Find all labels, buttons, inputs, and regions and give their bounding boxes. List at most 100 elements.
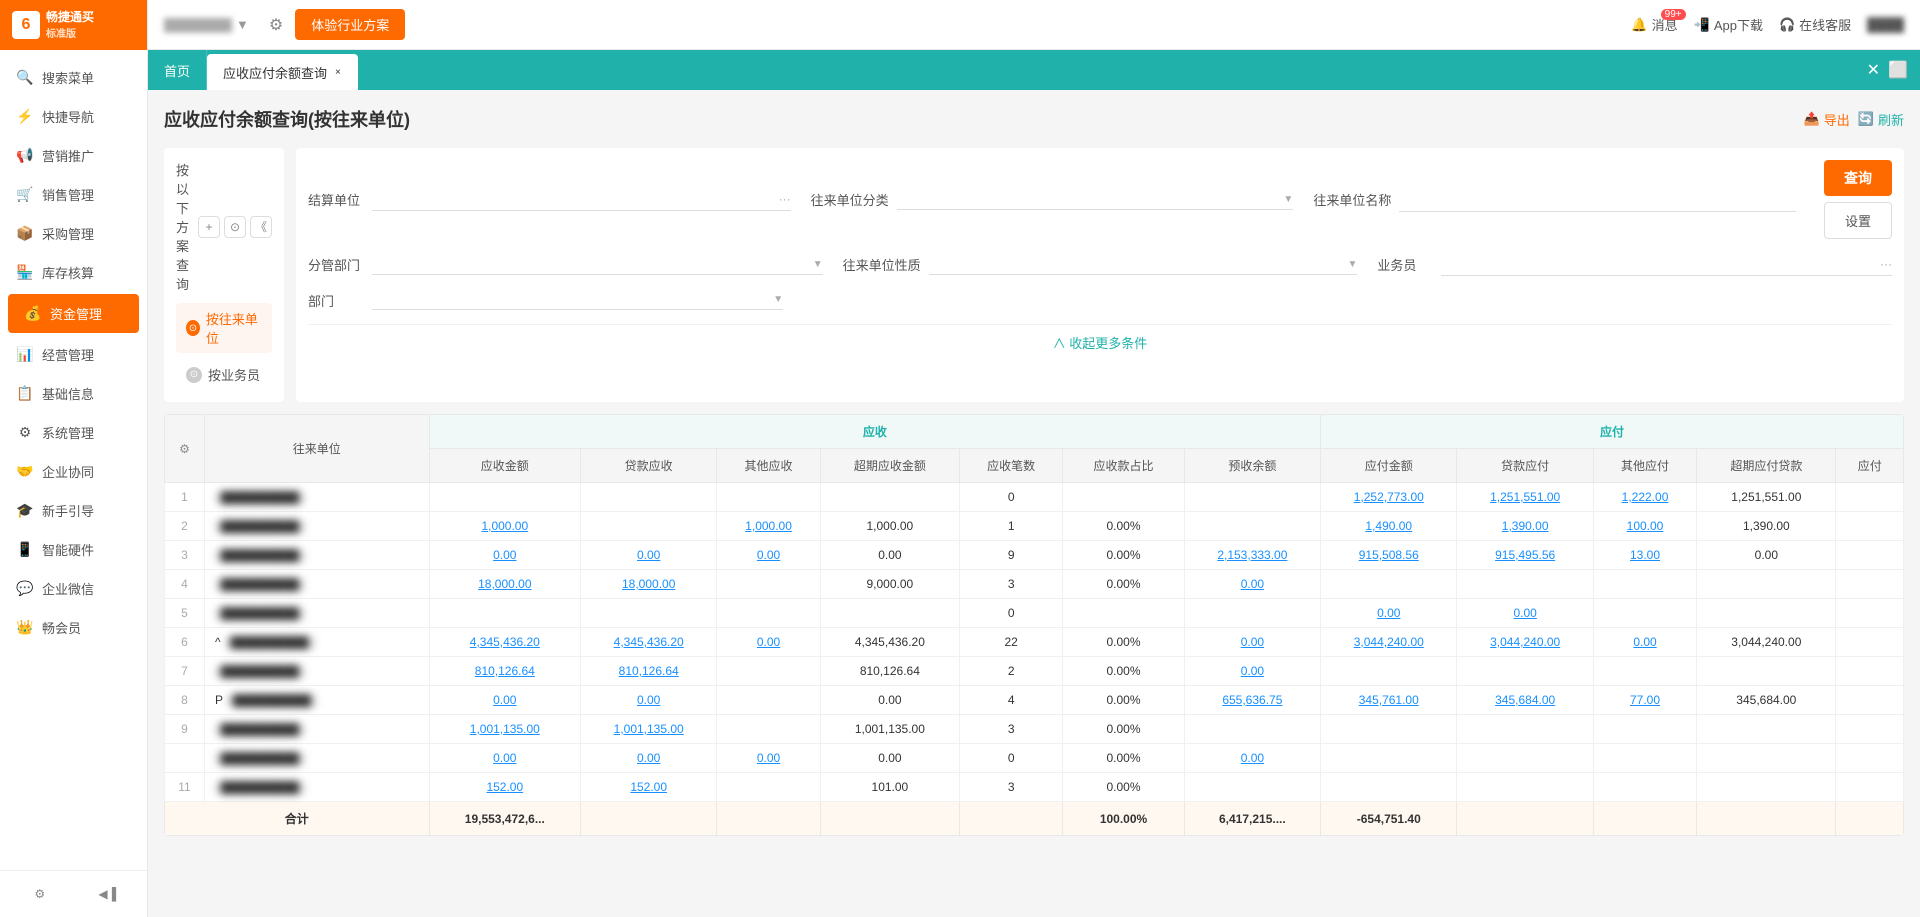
left-nav-panel: 按以下方案查询 + ⊙ 《 ⊙ 按往来单位 xyxy=(164,148,284,402)
app-download-btn[interactable]: 📲 App下载 xyxy=(1694,15,1763,34)
nav-option-unit[interactable]: ⊙ 按往来单位 xyxy=(176,303,272,353)
sidebar-item-member[interactable]: 👑 畅会员 xyxy=(0,608,147,647)
page-content: 应收应付余额查询(按往来单位) 📤 导出 🔄 刷新 xyxy=(148,90,1920,917)
footer-ysje: 19,553,472,6... xyxy=(429,802,580,836)
sidebar-item-inventory[interactable]: 🏪 库存核算 xyxy=(0,253,147,292)
sidebar-item-quicknav[interactable]: ⚡ 快捷导航 xyxy=(0,97,147,136)
table-container: ⚙ 往来单位 应收 应付 应收金额 贷款应收 其他应收 xyxy=(164,414,1904,836)
field-label-salesman: 业务员 xyxy=(1377,255,1433,274)
th-dkyf: 贷款应付 xyxy=(1457,449,1593,483)
sidebar-item-hardware[interactable]: 📱 智能硬件 xyxy=(0,530,147,569)
table-row: 5██████████00.000.00 xyxy=(165,599,1904,628)
tab-ar-ap[interactable]: 应收应付余额查询 × xyxy=(207,54,358,90)
nav-option-salesman[interactable]: ⊙ 按业务员 xyxy=(176,359,272,390)
page-header: 应收应付余额查询(按往来单位) 📤 导出 🔄 刷新 xyxy=(164,106,1904,132)
scheme-collapse-btn[interactable]: 《 xyxy=(250,216,272,238)
unit-cell: ██████████ xyxy=(205,657,430,686)
footer-label: 合计 xyxy=(165,802,430,836)
sidebar-collapse-btn[interactable]: ◀▐ xyxy=(78,881,138,907)
notification-btn[interactable]: 🔔 消息 99+ xyxy=(1631,15,1677,34)
unit-cell: ██████████ xyxy=(205,570,430,599)
topbar: ████████ ▼ ⚙ 体验行业方案 🔔 消息 99+ 📲 App下载 🎧 xyxy=(148,0,1920,50)
unit-name-input[interactable] xyxy=(1399,188,1796,212)
sidebar-item-search[interactable]: 🔍 搜索菜单 xyxy=(0,58,147,97)
tab-close-btn[interactable]: × xyxy=(335,67,341,78)
topbar-gear-icon[interactable]: ⚙ xyxy=(269,15,283,35)
sidebar-item-marketing[interactable]: 📢 营销推广 xyxy=(0,136,147,175)
refresh-btn[interactable]: 🔄 刷新 xyxy=(1858,110,1904,129)
th-group-yf: 应付 xyxy=(1321,415,1904,449)
setting-btn[interactable]: 设置 xyxy=(1824,202,1892,239)
sidebar-item-finance[interactable]: 💰 资金管理 xyxy=(8,294,139,333)
sidebar-item-guide[interactable]: 🎓 新手引导 xyxy=(0,491,147,530)
purchase-icon: 📦 xyxy=(16,225,34,243)
corp-icon: 🤝 xyxy=(16,463,34,481)
th-yf: 应付 xyxy=(1836,449,1904,483)
table-settings-icon[interactable]: ⚙ xyxy=(179,442,190,456)
table-row: 3██████████0.000.000.000.0090.00%2,153,3… xyxy=(165,541,1904,570)
unit-cell: ██████████ xyxy=(205,773,430,802)
unit-cell: ██████████ xyxy=(205,483,430,512)
salesman-input[interactable]: ··· xyxy=(1441,253,1892,276)
management-icon: 📊 xyxy=(16,346,34,364)
field-label-settlement: 结算单位 xyxy=(308,190,364,209)
inventory-icon: 🏪 xyxy=(16,264,34,282)
table-row: 9██████████1,001,135.001,001,135.001,001… xyxy=(165,715,1904,744)
tab-fullscreen-btn[interactable]: ⬜ xyxy=(1888,60,1908,80)
sidebar-item-wechat[interactable]: 💬 企业微信 xyxy=(0,569,147,608)
wechat-icon: 💬 xyxy=(16,580,34,598)
finance-icon: 💰 xyxy=(24,305,42,323)
sidebar-item-system[interactable]: ⚙ 系统管理 xyxy=(0,413,147,452)
settlement-input[interactable]: ··· xyxy=(372,188,791,211)
unit-cell: ██████████ xyxy=(205,512,430,541)
unit-cell: ██████████ xyxy=(205,541,430,570)
guide-icon: 🎓 xyxy=(16,502,34,520)
sidebar-item-purchase[interactable]: 📦 采购管理 xyxy=(0,214,147,253)
unit-cell: ██████████ xyxy=(205,715,430,744)
download-icon: 📲 xyxy=(1694,17,1710,33)
page-header-actions: 📤 导出 🔄 刷新 xyxy=(1804,110,1904,129)
field-label-unit-nature: 往来单位性质 xyxy=(843,255,921,274)
add-scheme-btn[interactable]: + xyxy=(198,216,220,238)
sidebar-settings-btn[interactable]: ⚙ xyxy=(10,881,70,907)
dept-select[interactable]: ▼ xyxy=(372,290,783,310)
export-btn[interactable]: 📤 导出 xyxy=(1804,110,1850,129)
service-icon: 🎧 xyxy=(1779,17,1795,33)
dept-mgr-select[interactable]: ▼ xyxy=(372,255,823,275)
th-ysje: 应收金额 xyxy=(429,449,580,483)
sidebar-footer: ⚙ ◀▐ xyxy=(0,870,147,917)
search-fields-panel: 结算单位 ··· 往来单位分类 ▼ 往来 xyxy=(296,148,1904,402)
topbar-actions: ⚙ xyxy=(269,15,283,35)
app-version: 标准版 xyxy=(46,25,94,40)
tab-home[interactable]: 首页 xyxy=(148,50,207,90)
member-icon: 👑 xyxy=(16,619,34,637)
sidebar-item-basicinfo[interactable]: 📋 基础信息 xyxy=(0,374,147,413)
sidebar-item-management[interactable]: 📊 经营管理 xyxy=(0,335,147,374)
app-logo: 6 畅捷通买 标准版 xyxy=(0,0,147,50)
th-ysbshu: 应收笔数 xyxy=(960,449,1063,483)
online-service-btn[interactable]: 🎧 在线客服 xyxy=(1779,15,1851,34)
th-cqyf: 超期应付贷款 xyxy=(1697,449,1836,483)
scheme-settings-btn[interactable]: ⊙ xyxy=(224,216,246,238)
sidebar-item-sales[interactable]: 🛒 销售管理 xyxy=(0,175,147,214)
field-label-dept-mgr: 分管部门 xyxy=(308,255,364,274)
th-unit: 往来单位 xyxy=(205,415,430,483)
th-settings: ⚙ xyxy=(165,415,205,483)
system-icon: ⚙ xyxy=(16,424,34,442)
nav-salesman-icon: ⊙ xyxy=(186,367,202,383)
table-footer-row: 合计 19,553,472,6... 100.00% 6,417,215....… xyxy=(165,802,1904,836)
search-panel-title: 按以下方案查询 xyxy=(176,160,198,293)
tab-close-window-btn[interactable]: ✕ xyxy=(1867,60,1880,80)
breadcrumb-arrow: ▼ xyxy=(236,17,249,32)
sidebar-item-corp[interactable]: 🤝 企业协同 xyxy=(0,452,147,491)
collapse-more-btn[interactable]: ∧ 收起更多条件 xyxy=(308,324,1892,352)
nav-unit-icon: ⊙ xyxy=(186,320,200,336)
query-btn[interactable]: 查询 xyxy=(1824,160,1892,196)
unit-type-select[interactable]: ▼ xyxy=(897,190,1294,210)
table-row: 11██████████152.00152.00101.0030.00% xyxy=(165,773,1904,802)
field-label-dept: 部门 xyxy=(308,291,364,310)
solution-btn[interactable]: 体验行业方案 xyxy=(295,9,405,40)
unit-nature-select[interactable]: ▼ xyxy=(929,255,1358,275)
logo-icon: 6 xyxy=(12,11,40,39)
main-content: ████████ ▼ ⚙ 体验行业方案 🔔 消息 99+ 📲 App下载 🎧 xyxy=(148,0,1920,917)
